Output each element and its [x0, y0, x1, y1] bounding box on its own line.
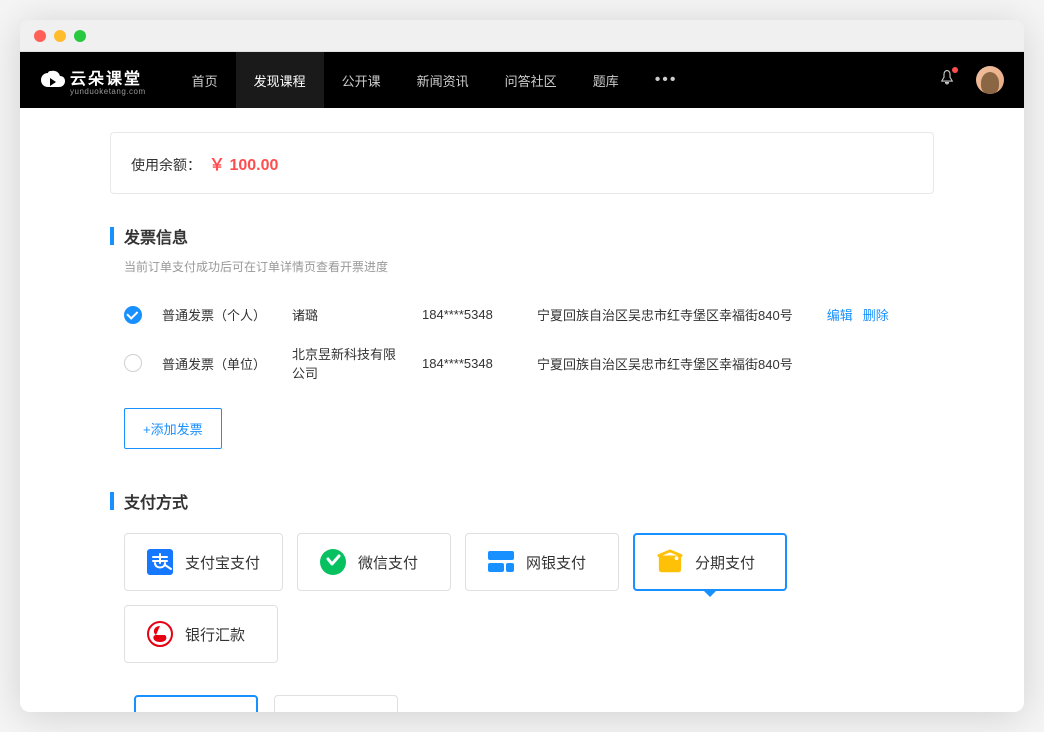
installment-row: 6期 12期 [134, 695, 934, 712]
page-content: 使用余额： ￥ 100.00 发票信息 当前订单支付成功后可在订单详情页查看开票… [20, 108, 1024, 712]
notification-dot [952, 67, 958, 73]
maximize-window-button[interactable] [74, 30, 86, 42]
payment-section-title: 支付方式 [110, 489, 934, 513]
nav-item-3[interactable]: 新闻资讯 [399, 52, 487, 108]
invoice-name: 北京昱新科技有限公司 [292, 344, 402, 382]
wechat-icon [320, 549, 346, 575]
delete-invoice-link[interactable]: 删除 [863, 305, 889, 324]
nav-item-5[interactable]: 题库 [575, 52, 637, 108]
installment-option[interactable]: 6期 [134, 695, 258, 712]
invoice-row: 普通发票（单位） 北京昱新科技有限公司 184****5348 宁夏回族自治区吴… [110, 334, 934, 392]
alipay-icon [147, 549, 173, 575]
logo-subtitle: yunduoketang.com [70, 87, 146, 96]
section-accent-bar [110, 492, 114, 510]
nav-item-4[interactable]: 问答社区 [487, 52, 575, 108]
payment-options: 支付宝支付 微信支付 网银支付 分期支付 银行汇款 [124, 533, 934, 663]
invoice-actions: 编辑 删除 [827, 305, 889, 324]
invoice-phone: 184****5348 [422, 307, 517, 322]
balance-box: 使用余额： ￥ 100.00 [110, 132, 934, 194]
minimize-window-button[interactable] [54, 30, 66, 42]
installment-icon [657, 549, 683, 575]
nav-item-2[interactable]: 公开课 [324, 52, 399, 108]
payment-option-label: 支付宝支付 [185, 552, 260, 573]
invoice-section-subtitle: 当前订单支付成功后可在订单详情页查看开票进度 [124, 258, 934, 275]
invoice-type: 普通发票（单位） [162, 354, 272, 373]
payment-section: 支付方式 支付宝支付 微信支付 网银支付 分期支付 银行汇款 6期 12期 支付宝… [110, 489, 934, 712]
invoice-name: 诸璐 [292, 305, 402, 324]
invoice-phone: 184****5348 [422, 356, 517, 371]
invoice-radio[interactable] [124, 306, 142, 324]
nav-item-0[interactable]: 首页 [174, 52, 236, 108]
invoice-radio[interactable] [124, 354, 142, 372]
payment-option-label: 微信支付 [358, 552, 418, 573]
browser-window: 云朵课堂 yunduoketang.com 首页发现课程公开课新闻资讯问答社区题… [20, 20, 1024, 712]
edit-invoice-link[interactable]: 编辑 [827, 305, 853, 324]
invoice-section: 发票信息 当前订单支付成功后可在订单详情页查看开票进度 普通发票（个人） 诸璐 … [110, 224, 934, 449]
nav-right [938, 66, 1004, 94]
logo-text: 云朵课堂 [70, 65, 146, 89]
invoice-row: 普通发票（个人） 诸璐 184****5348 宁夏回族自治区吴忠市红寺堡区幸福… [110, 295, 934, 334]
nav-item-1[interactable]: 发现课程 [236, 52, 324, 108]
payment-option-label: 银行汇款 [185, 624, 245, 645]
notifications-button[interactable] [938, 69, 956, 92]
logo-icon [40, 69, 66, 91]
nav-more[interactable]: ••• [637, 71, 696, 89]
invoice-section-title: 发票信息 [110, 224, 934, 248]
installment-option[interactable]: 12期 [274, 695, 398, 712]
close-window-button[interactable] [34, 30, 46, 42]
payment-option-label: 网银支付 [526, 552, 586, 573]
remit-icon [147, 621, 173, 647]
user-avatar[interactable] [976, 66, 1004, 94]
invoice-address: 宁夏回族自治区吴忠市红寺堡区幸福街840号 [537, 354, 793, 373]
add-invoice-button[interactable]: +添加发票 [124, 408, 222, 449]
invoice-address: 宁夏回族自治区吴忠市红寺堡区幸福街840号 [537, 305, 793, 324]
payment-option-netbank[interactable]: 网银支付 [465, 533, 619, 591]
balance-label: 使用余额： [131, 155, 201, 175]
section-accent-bar [110, 227, 114, 245]
balance-amount: ￥ 100.00 [209, 151, 278, 175]
nav-items: 首页发现课程公开课新闻资讯问答社区题库 [174, 52, 637, 108]
payment-option-alipay[interactable]: 支付宝支付 [124, 533, 283, 591]
payment-option-wechat[interactable]: 微信支付 [297, 533, 451, 591]
netbank-icon [488, 549, 514, 575]
logo[interactable]: 云朵课堂 yunduoketang.com [40, 65, 146, 96]
window-chrome [20, 20, 1024, 52]
payment-option-remit[interactable]: 银行汇款 [124, 605, 278, 663]
invoice-type: 普通发票（个人） [162, 305, 272, 324]
payment-option-label: 分期支付 [695, 552, 755, 573]
top-nav: 云朵课堂 yunduoketang.com 首页发现课程公开课新闻资讯问答社区题… [20, 52, 1024, 108]
payment-option-installment[interactable]: 分期支付 [633, 533, 787, 591]
